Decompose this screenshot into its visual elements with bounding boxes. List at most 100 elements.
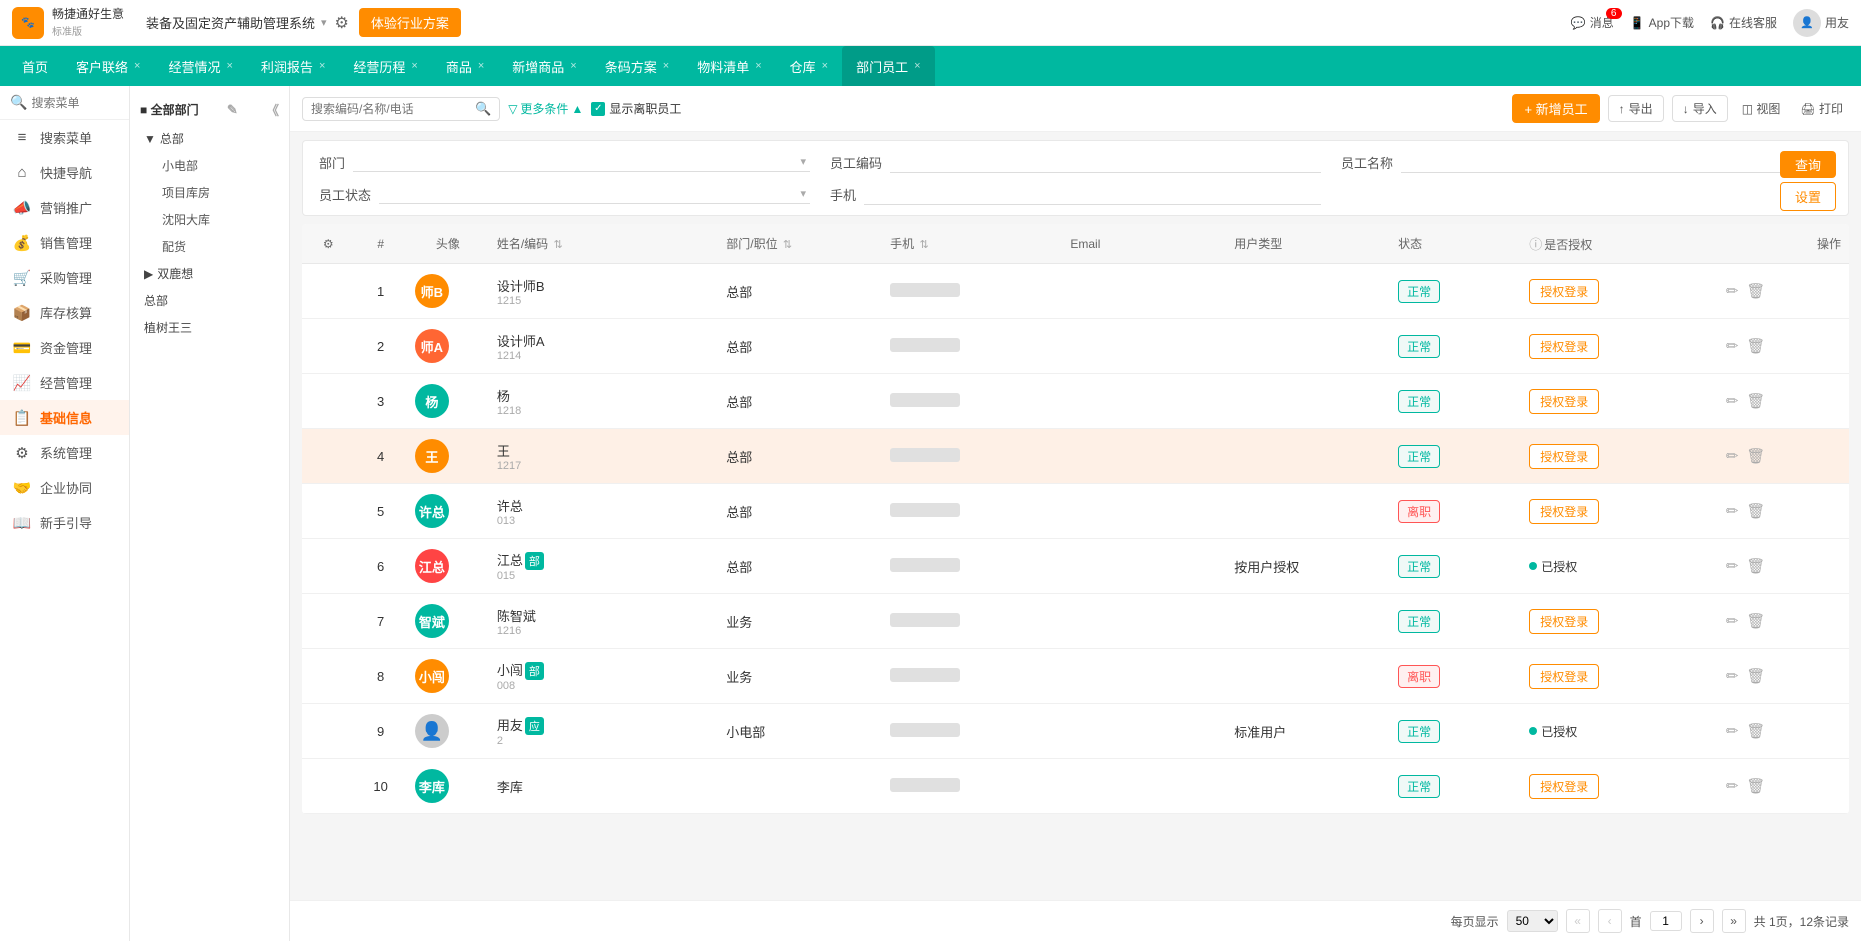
sidebar-item-系统管理[interactable]: ⚙系统管理	[0, 435, 129, 470]
delete-icon[interactable]: 🗑	[1746, 777, 1765, 795]
nav-tab-部门员工[interactable]: 部门员工×	[842, 46, 934, 86]
more-filter-button[interactable]: ▽ 更多条件 ▲	[508, 100, 583, 117]
dropdown-arrow-icon[interactable]: ▾	[321, 16, 327, 29]
sidebar-item-营销推广[interactable]: 📣营销推广	[0, 190, 129, 225]
authorize-button[interactable]: 授权登录	[1529, 664, 1599, 689]
dept-item-zongbu2[interactable]: 总部	[130, 287, 289, 314]
sidebar-item-搜索菜单[interactable]: ≡搜索菜单	[0, 120, 129, 155]
query-button[interactable]: 查询	[1780, 151, 1836, 178]
dept-item-zongbu-parent[interactable]: ▼ 总部	[130, 125, 289, 152]
show-resigned-toggle[interactable]: ✓ 显示离职员工	[591, 100, 681, 117]
col-settings[interactable]: ⚙	[302, 224, 354, 264]
nav-tab-经营历程[interactable]: 经营历程×	[339, 46, 431, 86]
authorize-button[interactable]: 授权登录	[1529, 499, 1599, 524]
authorize-button[interactable]: 授权登录	[1529, 444, 1599, 469]
nav-tab-新增商品[interactable]: 新增商品×	[498, 46, 590, 86]
edit-icon[interactable]: ✏	[1726, 447, 1739, 465]
prev-page-button[interactable]: ‹	[1598, 909, 1622, 933]
import-button[interactable]: ↓ 导入	[1672, 95, 1728, 122]
dept-item-shuanglu[interactable]: ▶ 双鹿想	[130, 260, 289, 287]
sidebar-item-企业协同[interactable]: 🤝企业协同	[0, 470, 129, 505]
delete-icon[interactable]: 🗑	[1746, 612, 1765, 630]
delete-icon[interactable]: 🗑	[1746, 667, 1765, 685]
trial-button[interactable]: 体验行业方案	[359, 8, 461, 37]
close-tab-icon[interactable]: ×	[134, 60, 140, 72]
nav-tab-仓库[interactable]: 仓库×	[776, 46, 842, 86]
nav-tab-经营情况[interactable]: 经营情况×	[154, 46, 246, 86]
dept-item-xiaodibu[interactable]: 小电部	[130, 152, 289, 179]
edit-icon[interactable]: ✎	[227, 102, 238, 118]
dept-item-peihuo[interactable]: 配货	[130, 233, 289, 260]
search-input[interactable]	[31, 96, 130, 110]
edit-icon[interactable]: ✏	[1726, 282, 1739, 300]
authorize-button[interactable]: 授权登录	[1529, 389, 1599, 414]
edit-icon[interactable]: ✏	[1726, 337, 1739, 355]
emp-code-input[interactable]	[890, 151, 1321, 173]
col-name[interactable]: 姓名/编码 ⇅	[489, 224, 718, 264]
close-tab-icon[interactable]: ×	[226, 60, 232, 72]
collapse-icon[interactable]: 《	[266, 100, 279, 119]
dept-select[interactable]: ▾	[353, 152, 810, 172]
sidebar-item-新手引导[interactable]: 📖新手引导	[0, 505, 129, 540]
dept-item-zhishu[interactable]: 植树王三	[130, 314, 289, 341]
delete-icon[interactable]: 🗑	[1746, 502, 1765, 520]
user-avatar[interactable]: 👤 用友	[1793, 9, 1849, 37]
sidebar-item-资金管理[interactable]: 💳资金管理	[0, 330, 129, 365]
search-icon-toolbar[interactable]: 🔍	[475, 101, 491, 117]
close-tab-icon[interactable]: ×	[319, 60, 325, 72]
set-button[interactable]: 设置	[1780, 182, 1836, 211]
sidebar-item-库存核算[interactable]: 📦库存核算	[0, 295, 129, 330]
col-dept[interactable]: 部门/职位 ⇅	[718, 224, 882, 264]
close-tab-icon[interactable]: ×	[822, 60, 828, 72]
delete-icon[interactable]: 🗑	[1746, 337, 1765, 355]
nav-tab-商品[interactable]: 商品×	[432, 46, 498, 86]
search-input-toolbar[interactable]	[311, 102, 471, 116]
sidebar-item-采购管理[interactable]: 🛒采购管理	[0, 260, 129, 295]
nav-tab-利润报告[interactable]: 利润报告×	[247, 46, 339, 86]
edit-icon[interactable]: ✏	[1726, 722, 1739, 740]
per-page-select[interactable]: 50 100 200	[1507, 910, 1558, 932]
emp-name-input[interactable]	[1401, 151, 1832, 173]
gear-button[interactable]: ⚙	[335, 13, 349, 33]
add-employee-button[interactable]: + 新增员工	[1512, 94, 1599, 123]
app-download-button[interactable]: 📱 App下载	[1630, 14, 1694, 31]
print-button[interactable]: 🖨 打印	[1794, 96, 1849, 121]
delete-icon[interactable]: 🗑	[1746, 282, 1765, 300]
close-tab-icon[interactable]: ×	[663, 60, 669, 72]
phone-input[interactable]	[864, 183, 1321, 205]
close-tab-icon[interactable]: ×	[570, 60, 576, 72]
first-page-button[interactable]: «	[1566, 909, 1590, 933]
sidebar-item-销售管理[interactable]: 💰销售管理	[0, 225, 129, 260]
authorize-button[interactable]: 授权登录	[1529, 334, 1599, 359]
edit-icon[interactable]: ✏	[1726, 612, 1739, 630]
edit-icon[interactable]: ✏	[1726, 777, 1739, 795]
nav-tab-条码方案[interactable]: 条码方案×	[591, 46, 683, 86]
emp-status-select[interactable]: ▾	[379, 184, 810, 204]
close-tab-icon[interactable]: ×	[478, 60, 484, 72]
online-service-button[interactable]: 🎧 在线客服	[1710, 14, 1777, 31]
authorize-button[interactable]: 授权登录	[1529, 774, 1599, 799]
dept-item-xiangmukufang[interactable]: 项目库房	[130, 179, 289, 206]
edit-icon[interactable]: ✏	[1726, 502, 1739, 520]
col-phone[interactable]: 手机 ⇅	[882, 224, 1062, 264]
sidebar-item-基础信息[interactable]: 📋基础信息	[0, 400, 129, 435]
next-page-button[interactable]: ›	[1690, 909, 1714, 933]
edit-icon[interactable]: ✏	[1726, 557, 1739, 575]
authorize-button[interactable]: 授权登录	[1529, 609, 1599, 634]
view-button[interactable]: ◫ 视图	[1736, 96, 1787, 121]
edit-icon[interactable]: ✏	[1726, 667, 1739, 685]
nav-tab-客户联络[interactable]: 客户联络×	[62, 46, 154, 86]
dept-item-shenyangdaku[interactable]: 沈阳大库	[130, 206, 289, 233]
authorize-button[interactable]: 授权登录	[1529, 279, 1599, 304]
messages-button[interactable]: 💬 消息 6	[1571, 14, 1614, 31]
page-number-input[interactable]	[1650, 911, 1682, 931]
close-tab-icon[interactable]: ×	[755, 60, 761, 72]
edit-icon[interactable]: ✏	[1726, 392, 1739, 410]
nav-tab-物料清单[interactable]: 物料清单×	[683, 46, 775, 86]
delete-icon[interactable]: 🗑	[1746, 392, 1765, 410]
close-tab-icon[interactable]: ×	[411, 60, 417, 72]
sidebar-item-经营管理[interactable]: 📈经营管理	[0, 365, 129, 400]
sidebar-item-快捷导航[interactable]: ⌂快捷导航	[0, 155, 129, 190]
last-page-button[interactable]: »	[1722, 909, 1746, 933]
delete-icon[interactable]: 🗑	[1746, 557, 1765, 575]
